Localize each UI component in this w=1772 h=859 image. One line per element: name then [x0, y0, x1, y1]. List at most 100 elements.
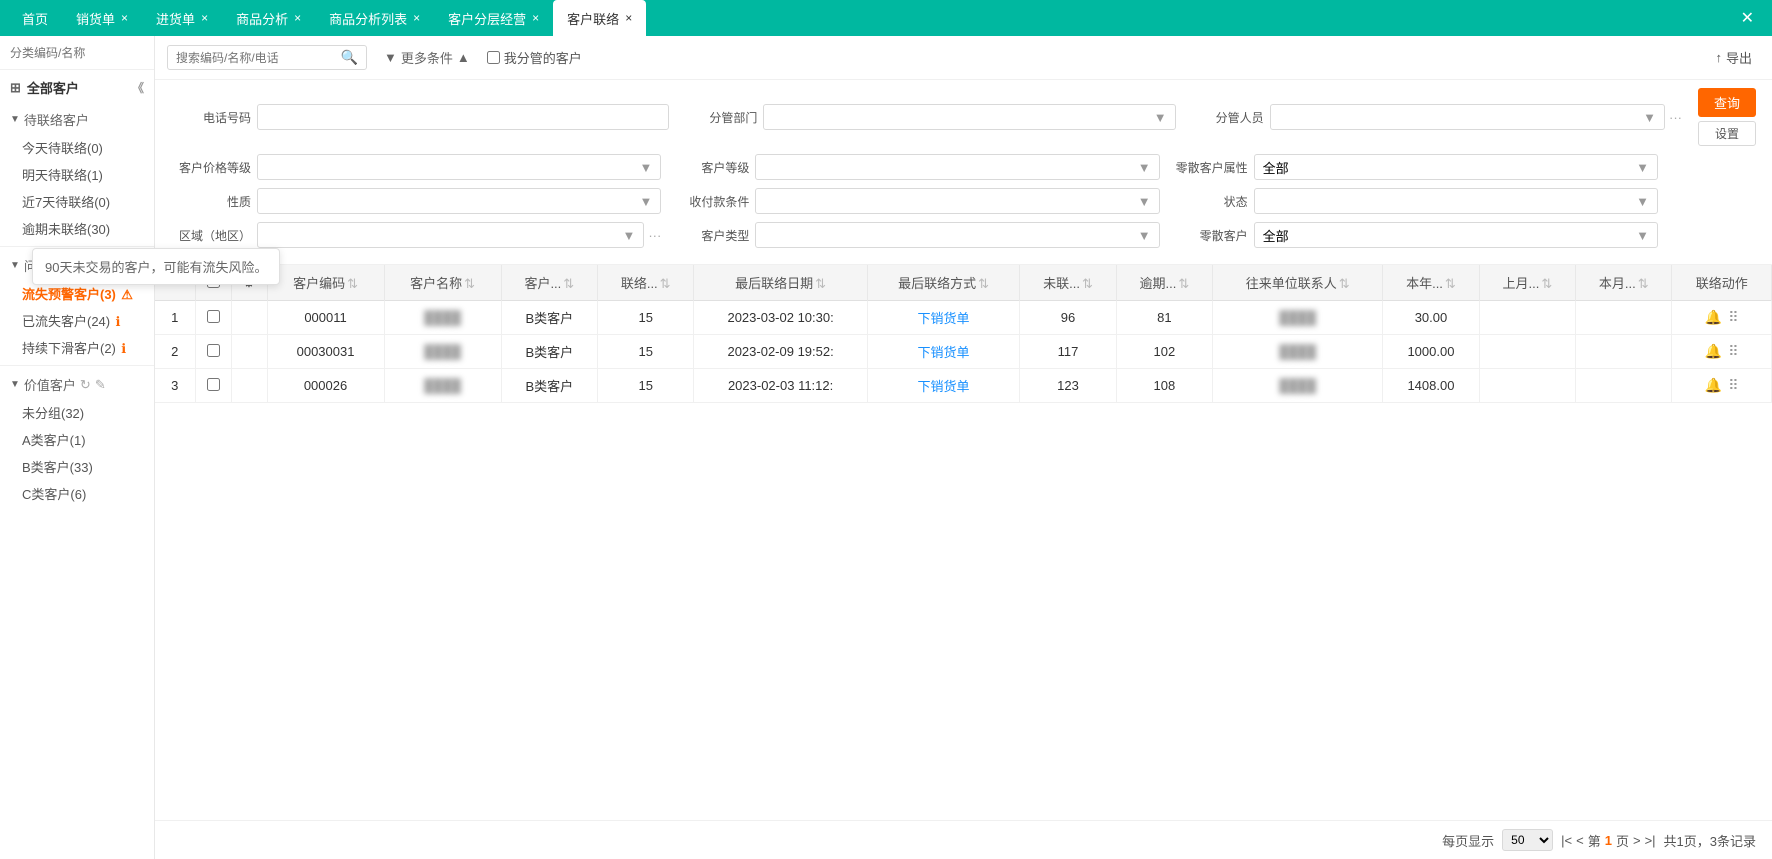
filter-select-customer-type[interactable]: ▼	[755, 222, 1159, 248]
cell-name: ████	[384, 335, 501, 369]
close-icon[interactable]: ×	[201, 11, 208, 25]
all-customers-header[interactable]: ⊞ 全部客户 《	[0, 70, 154, 105]
filter-select-retail-attr[interactable]: 全部▼	[1254, 154, 1658, 180]
prev-page-button[interactable]: <	[1576, 833, 1584, 848]
sidebar-item-churned[interactable]: 已流失客户(24) ℹ	[0, 307, 154, 334]
filter-select-status[interactable]: ▼	[1254, 188, 1658, 214]
row-checkbox[interactable]	[207, 378, 220, 391]
grid-icon: ⊞	[10, 80, 21, 96]
sidebar-item-declining[interactable]: 持续下滑客户(2) ℹ	[0, 334, 154, 361]
filter-select-region[interactable]: ▼	[257, 222, 644, 248]
filter-field-dept: 分管部门 ▼	[677, 104, 1175, 130]
more-action-icon[interactable]: ⠿	[1728, 343, 1738, 360]
cell-last-date: 2023-03-02 10:30:	[694, 301, 867, 335]
sidebar-item-class-a[interactable]: A类客户(1)	[0, 426, 154, 453]
my-customers-checkbox[interactable]	[487, 51, 500, 64]
cell-overdue: 81	[1116, 301, 1212, 335]
my-customers-checkbox-label[interactable]: 我分管的客户	[487, 48, 582, 67]
cell-unit-contact: ████	[1213, 369, 1383, 403]
last-method-link[interactable]: 下销货单	[918, 379, 970, 394]
sidebar-item-class-b[interactable]: B类客户(33)	[0, 453, 154, 480]
settings-button[interactable]: 设置	[1698, 121, 1756, 146]
filter-select-price-grade[interactable]: ▼	[257, 154, 661, 180]
chevron-down-icon: ▼	[1138, 228, 1151, 243]
filter-label-nature: 性质	[171, 193, 251, 210]
edit-icon[interactable]: ✎	[95, 377, 106, 393]
last-page-button[interactable]: >|	[1645, 833, 1656, 848]
tab-sales[interactable]: 销货单 ×	[62, 0, 142, 36]
filter-select-nature[interactable]: ▼	[257, 188, 661, 214]
filter-input-phone[interactable]	[257, 104, 669, 130]
cell-settings	[231, 335, 267, 369]
filter-field-retail-customer: 零散客户 全部▼	[1168, 222, 1658, 248]
filter-field-customer-grade: 客户等级 ▼	[669, 154, 1159, 180]
group-value-customers[interactable]: ▼ 价值客户 ↻ ✎	[0, 370, 154, 399]
per-page-select[interactable]: 50 100 200	[1502, 829, 1553, 851]
cell-settings	[231, 301, 267, 335]
close-icon[interactable]: ×	[294, 11, 301, 25]
more-action-icon[interactable]: ⠿	[1728, 309, 1738, 326]
cell-last-method: 下销货单	[867, 369, 1019, 403]
more-action-icon[interactable]: ⠿	[1728, 377, 1738, 394]
filter-select-payment[interactable]: ▼	[755, 188, 1159, 214]
close-icon[interactable]: ×	[532, 11, 539, 25]
sort-icon: ⇅	[1445, 276, 1456, 291]
group-pending-contact[interactable]: ▼ 待联络客户	[0, 105, 154, 134]
filter-field-person: 分管人员 ▼ ···	[1184, 104, 1682, 130]
filter-panel: 电话号码 分管部门 ▼ 分管人员 ▼ ··· 查询	[155, 80, 1772, 265]
query-button[interactable]: 查询	[1698, 88, 1756, 117]
sidebar-item-ungrouped[interactable]: 未分组(32)	[0, 399, 154, 426]
filter-select-dept[interactable]: ▼	[763, 104, 1175, 130]
table-row: 1 000011 ████ B类客户 15 2023-03-02 10:30: …	[155, 301, 1772, 335]
sidebar-item-overdue[interactable]: 逾期未联络(30)	[0, 215, 154, 242]
tab-customer-contact[interactable]: 客户联络 ×	[553, 0, 646, 36]
filter-select-retail-customer[interactable]: 全部▼	[1254, 222, 1658, 248]
contact-icon[interactable]: 🔔	[1705, 377, 1722, 394]
first-page-button[interactable]: |<	[1561, 833, 1572, 848]
tab-product-analysis[interactable]: 商品分析 ×	[222, 0, 315, 36]
toolbar-right: ↑ 导出	[1707, 45, 1760, 70]
col-name: 客户名称⇅	[384, 265, 501, 301]
tab-customer-tier[interactable]: 客户分层经营 ×	[434, 0, 553, 36]
close-icon[interactable]: ×	[625, 11, 632, 25]
filter-select-person[interactable]: ▼	[1270, 104, 1665, 130]
table-row: 2 00030031 ████ B类客户 15 2023-02-09 19:52…	[155, 335, 1772, 369]
next-page-button[interactable]: >	[1633, 833, 1641, 848]
sidebar-item-class-c[interactable]: C类客户(6)	[0, 480, 154, 507]
sidebar-item-7days[interactable]: 近7天待联络(0)	[0, 188, 154, 215]
close-icon[interactable]: ×	[413, 11, 420, 25]
close-icon[interactable]: ×	[121, 11, 128, 25]
more-options-region-icon[interactable]: ···	[648, 228, 661, 243]
search-input[interactable]	[176, 51, 341, 65]
table-row: 3 000026 ████ B类客户 15 2023-02-03 11:12: …	[155, 369, 1772, 403]
contact-icon[interactable]: 🔔	[1705, 343, 1722, 360]
export-button[interactable]: ↑ 导出	[1707, 45, 1760, 70]
last-method-link[interactable]: 下销货单	[918, 311, 970, 326]
more-options-icon[interactable]: ···	[1669, 110, 1682, 125]
last-method-link[interactable]: 下销货单	[918, 345, 970, 360]
sort-icon: ⇅	[815, 276, 826, 291]
cell-index: 3	[155, 369, 195, 403]
export-icon: ↑	[1715, 50, 1722, 65]
cell-uncontacted: 96	[1020, 301, 1116, 335]
filter-select-customer-grade[interactable]: ▼	[755, 154, 1159, 180]
search-icon[interactable]: 🔍	[341, 49, 358, 66]
cell-actions: 🔔 ⠿	[1672, 335, 1772, 369]
tab-home[interactable]: 首页	[8, 0, 62, 36]
tab-product-list[interactable]: 商品分析列表 ×	[315, 0, 434, 36]
row-checkbox[interactable]	[207, 310, 220, 323]
close-window-button[interactable]: ✕	[1731, 8, 1764, 28]
filter-field-status: 状态 ▼	[1168, 188, 1658, 214]
sort-icon: ⇅	[1541, 276, 1552, 291]
cell-name: ████	[384, 369, 501, 403]
row-checkbox[interactable]	[207, 344, 220, 357]
contact-icon[interactable]: 🔔	[1705, 309, 1722, 326]
collapse-icon[interactable]: 《	[132, 79, 144, 96]
sidebar-item-tomorrow[interactable]: 明天待联络(1)	[0, 161, 154, 188]
sidebar-search-input[interactable]	[10, 46, 155, 60]
col-actions: 联络动作	[1672, 265, 1772, 301]
sidebar-item-today[interactable]: 今天待联络(0)	[0, 134, 154, 161]
refresh-icon[interactable]: ↻	[80, 377, 91, 393]
tab-purchase[interactable]: 进货单 ×	[142, 0, 222, 36]
more-filter-button[interactable]: ▼ 更多条件 ▲	[375, 44, 479, 71]
